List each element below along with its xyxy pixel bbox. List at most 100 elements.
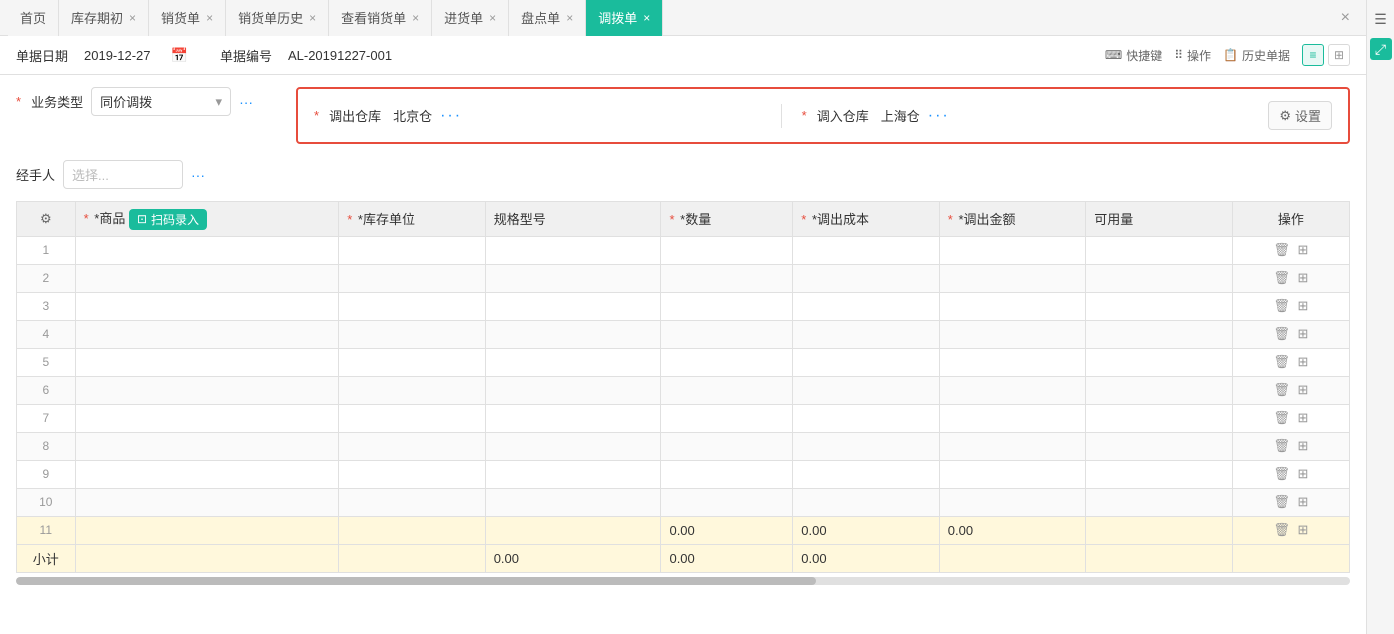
row-spec-5[interactable]: [485, 348, 661, 376]
copy-icon-3[interactable]: ⊞: [1297, 298, 1308, 314]
row-quantity-4[interactable]: [661, 320, 793, 348]
delete-icon-11[interactable]: 🗑: [1273, 522, 1290, 538]
row-amount-3[interactable]: [939, 292, 1085, 320]
delete-icon-2[interactable]: 🗑: [1273, 270, 1290, 286]
row-quantity-5[interactable]: [661, 348, 793, 376]
row-cost-1[interactable]: [793, 236, 939, 264]
transfer-out-value[interactable]: 北京仓: [393, 106, 432, 125]
row-cost-11[interactable]: 0.00: [793, 516, 939, 544]
row-quantity-9[interactable]: [661, 460, 793, 488]
transfer-in-ellipsis[interactable]: ···: [928, 107, 950, 125]
copy-icon-8[interactable]: ⊞: [1297, 438, 1308, 454]
row-unit-3[interactable]: [339, 292, 485, 320]
row-cost-2[interactable]: [793, 264, 939, 292]
row-unit-6[interactable]: [339, 376, 485, 404]
row-product-10[interactable]: [75, 488, 339, 516]
grid-view-button[interactable]: ⊞: [1328, 44, 1350, 66]
row-spec-7[interactable]: [485, 404, 661, 432]
row-spec-10[interactable]: [485, 488, 661, 516]
row-cost-5[interactable]: [793, 348, 939, 376]
row-amount-4[interactable]: [939, 320, 1085, 348]
row-product-4[interactable]: [75, 320, 339, 348]
row-amount-1[interactable]: [939, 236, 1085, 264]
row-product-5[interactable]: [75, 348, 339, 376]
row-amount-8[interactable]: [939, 432, 1085, 460]
row-unit-4[interactable]: [339, 320, 485, 348]
horizontal-scrollbar[interactable]: [16, 577, 1350, 585]
row-product-9[interactable]: [75, 460, 339, 488]
delete-icon-6[interactable]: 🗑: [1273, 382, 1290, 398]
row-spec-1[interactable]: [485, 236, 661, 264]
tab-sales-history[interactable]: 销货单历史 ×: [226, 0, 329, 36]
copy-icon-11[interactable]: ⊞: [1297, 522, 1308, 538]
tab-sales-order[interactable]: 销货单 ×: [149, 0, 226, 36]
tab-transfer-order[interactable]: 调拨单 ×: [586, 0, 663, 36]
row-cost-10[interactable]: [793, 488, 939, 516]
row-spec-4[interactable]: [485, 320, 661, 348]
settings-button[interactable]: ⚙ 设置: [1268, 101, 1332, 130]
transfer-in-value[interactable]: 上海仓: [881, 106, 920, 125]
transfer-out-ellipsis[interactable]: ···: [440, 107, 462, 125]
row-unit-9[interactable]: [339, 460, 485, 488]
row-product-6[interactable]: [75, 376, 339, 404]
row-cost-4[interactable]: [793, 320, 939, 348]
tab-sales-order-close[interactable]: ×: [206, 11, 213, 25]
row-unit-7[interactable]: [339, 404, 485, 432]
row-unit-1[interactable]: [339, 236, 485, 264]
col-gear[interactable]: ⚙: [17, 202, 76, 237]
tab-inventory-init-close[interactable]: ×: [129, 11, 136, 25]
row-spec-6[interactable]: [485, 376, 661, 404]
copy-icon-1[interactable]: ⊞: [1297, 242, 1308, 258]
copy-icon-2[interactable]: ⊞: [1297, 270, 1308, 286]
delete-icon-10[interactable]: 🗑: [1273, 494, 1290, 510]
row-product-8[interactable]: [75, 432, 339, 460]
history-button[interactable]: 📋 历史单据: [1223, 47, 1290, 64]
handler-select[interactable]: 选择...: [63, 160, 183, 189]
row-product-2[interactable]: [75, 264, 339, 292]
row-cost-9[interactable]: [793, 460, 939, 488]
scan-button[interactable]: ⊡ 扫码录入: [129, 209, 207, 230]
row-product-7[interactable]: [75, 404, 339, 432]
copy-icon-10[interactable]: ⊞: [1297, 494, 1308, 510]
row-cost-3[interactable]: [793, 292, 939, 320]
row-product-3[interactable]: [75, 292, 339, 320]
handler-ellipsis[interactable]: ···: [191, 167, 205, 183]
delete-icon-4[interactable]: 🗑: [1273, 326, 1290, 342]
row-quantity-6[interactable]: [661, 376, 793, 404]
delete-icon-8[interactable]: 🗑: [1273, 438, 1290, 454]
row-unit-10[interactable]: [339, 488, 485, 516]
row-amount-7[interactable]: [939, 404, 1085, 432]
row-cost-8[interactable]: [793, 432, 939, 460]
sidebar-expand-icon[interactable]: ⤢: [1370, 38, 1392, 60]
horizontal-scrollbar-thumb[interactable]: [16, 577, 816, 585]
calendar-icon[interactable]: 📅: [171, 47, 188, 64]
row-amount-11[interactable]: 0.00: [939, 516, 1085, 544]
row-unit-8[interactable]: [339, 432, 485, 460]
row-unit-2[interactable]: [339, 264, 485, 292]
copy-icon-6[interactable]: ⊞: [1297, 382, 1308, 398]
row-spec-2[interactable]: [485, 264, 661, 292]
row-amount-2[interactable]: [939, 264, 1085, 292]
row-product-11[interactable]: [75, 516, 339, 544]
delete-icon-3[interactable]: 🗑: [1273, 298, 1290, 314]
tab-view-sales[interactable]: 查看销货单 ×: [329, 0, 432, 36]
tab-sales-history-close[interactable]: ×: [309, 11, 316, 25]
copy-icon-7[interactable]: ⊞: [1297, 410, 1308, 426]
shortcut-button[interactable]: ⌨ 快捷键: [1105, 47, 1162, 64]
row-amount-5[interactable]: [939, 348, 1085, 376]
tab-home[interactable]: 首页: [8, 0, 59, 36]
sidebar-doc-list-icon[interactable]: ☰: [1370, 8, 1392, 30]
row-quantity-2[interactable]: [661, 264, 793, 292]
row-quantity-11[interactable]: 0.00: [661, 516, 793, 544]
row-quantity-7[interactable]: [661, 404, 793, 432]
row-spec-11[interactable]: [485, 516, 661, 544]
row-spec-3[interactable]: [485, 292, 661, 320]
row-amount-9[interactable]: [939, 460, 1085, 488]
row-amount-6[interactable]: [939, 376, 1085, 404]
business-type-ellipsis[interactable]: ···: [239, 94, 253, 110]
tab-inventory-check-close[interactable]: ×: [566, 11, 573, 25]
row-product-1[interactable]: [75, 236, 339, 264]
tab-bar-close-button[interactable]: ×: [1333, 9, 1358, 27]
table-gear-icon[interactable]: ⚙: [40, 211, 52, 226]
tab-purchase-order-close[interactable]: ×: [489, 11, 496, 25]
